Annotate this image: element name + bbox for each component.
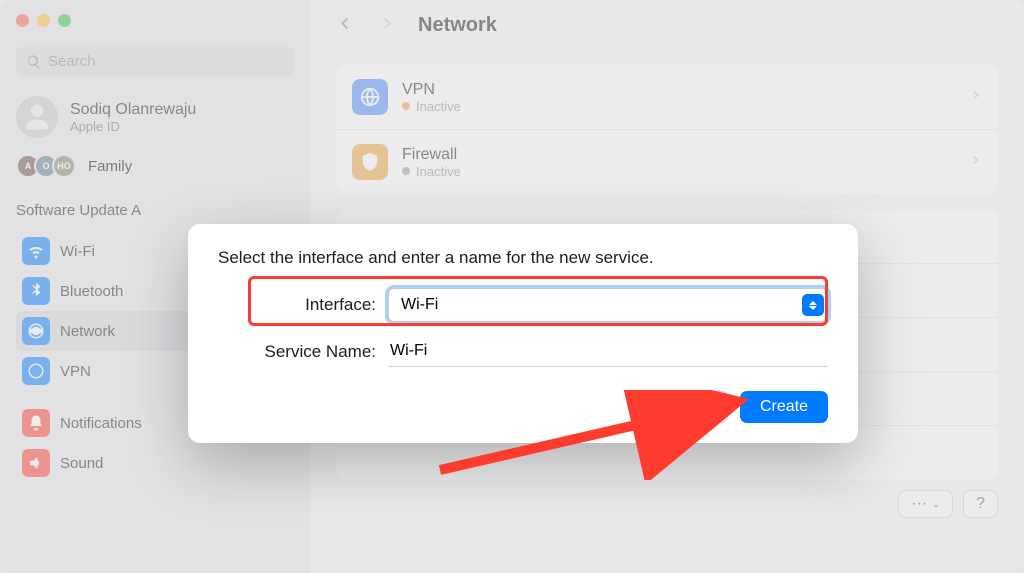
service-name-label: Service Name: [218,342,388,362]
interface-select-value: Wi-Fi [388,288,828,322]
modal-prompt: Select the interface and enter a name fo… [218,248,828,268]
service-name-input[interactable] [388,336,828,367]
updown-caret-icon [802,294,824,316]
create-button[interactable]: Create [740,391,828,423]
interface-label: Interface: [218,295,388,315]
cancel-button[interactable]: Cancel [636,391,728,423]
new-service-modal: Select the interface and enter a name fo… [188,224,858,443]
interface-select[interactable]: Wi-Fi [388,288,828,322]
